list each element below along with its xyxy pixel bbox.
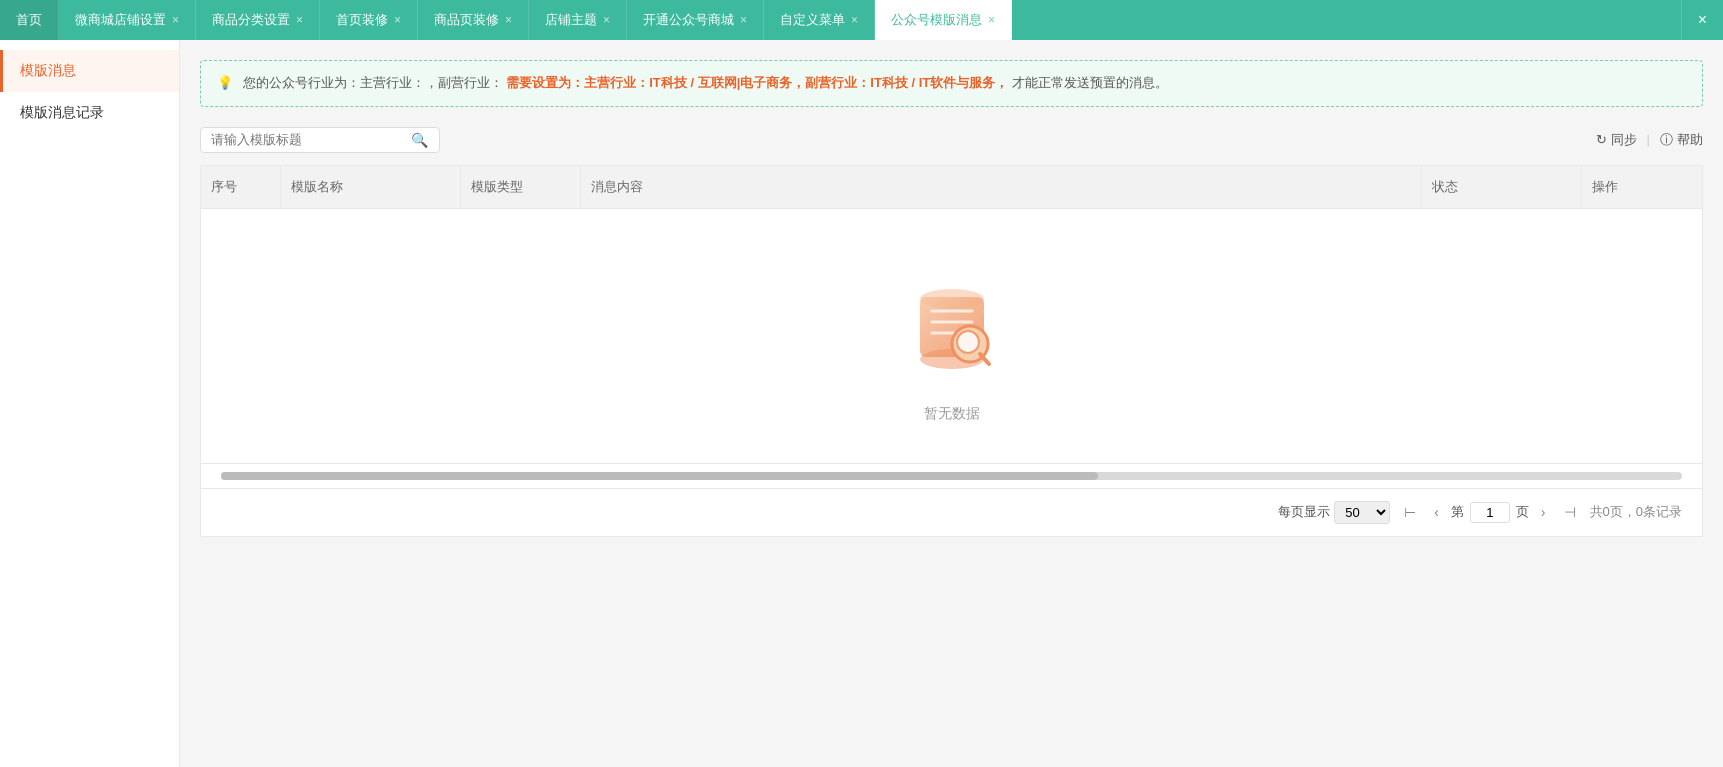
empty-text: 暂无数据	[924, 405, 980, 423]
empty-icon	[892, 269, 1012, 389]
nav-close-open-mall[interactable]: ×	[740, 13, 747, 27]
search-bar: 🔍 ↻ 同步 | ⓘ 帮助	[200, 127, 1703, 153]
nav-label-product-decor: 商品页装修	[434, 11, 499, 29]
nav-close-home-decor[interactable]: ×	[394, 13, 401, 27]
nav-label-home: 首页	[16, 11, 42, 29]
col-header-name: 模版名称	[281, 166, 461, 208]
sync-button[interactable]: ↻ 同步	[1596, 131, 1637, 149]
sidebar-label-template-msg: 模版消息	[20, 62, 76, 78]
nav-close-store-settings[interactable]: ×	[172, 13, 179, 27]
col-header-status: 状态	[1422, 166, 1582, 208]
page-input[interactable]	[1470, 502, 1510, 523]
first-page-button[interactable]: ⊢	[1398, 502, 1422, 522]
toolbar-right: ↻ 同步 | ⓘ 帮助	[1596, 131, 1703, 149]
nav-item-home[interactable]: 首页	[0, 0, 59, 40]
last-page-button[interactable]: ⊣	[1558, 502, 1582, 522]
help-button[interactable]: ⓘ 帮助	[1660, 131, 1703, 149]
help-label: 帮助	[1677, 131, 1703, 149]
nav-close-custom-menu[interactable]: ×	[851, 13, 858, 27]
nav-item-open-mall[interactable]: 开通公众号商城 ×	[627, 0, 764, 40]
nav-item-theme[interactable]: 店铺主题 ×	[529, 0, 627, 40]
nav-item-category[interactable]: 商品分类设置 ×	[196, 0, 320, 40]
toolbar-divider: |	[1647, 132, 1650, 147]
sync-label: 同步	[1611, 131, 1637, 149]
col-header-index: 序号	[201, 166, 281, 208]
sidebar-item-template-msg[interactable]: 模版消息	[0, 50, 179, 92]
main-layout: 模版消息 模版消息记录 💡 您的公众号行业为：主营行业：，副营行业： 需要设置为…	[0, 40, 1723, 767]
pagination: 每页显示 10 20 50 100 ⊢ ‹ 第 页 › ⊣	[201, 488, 1702, 536]
sidebar-item-template-msg-record[interactable]: 模版消息记录	[0, 92, 179, 134]
scrollbar-track[interactable]	[221, 472, 1682, 480]
page-controls: ⊢ ‹ 第 页 › ⊣	[1398, 502, 1581, 523]
notice-highlight: 需要设置为：主营行业：IT科技 / 互联网|电子商务，副营行业：IT科技 / I…	[506, 75, 1008, 90]
refresh-icon: ↻	[1596, 132, 1607, 147]
page-suffix: 页	[1516, 503, 1529, 521]
nav-close-template-msg[interactable]: ×	[988, 13, 995, 27]
search-icon[interactable]: 🔍	[411, 132, 428, 148]
nav-close-product-decor[interactable]: ×	[505, 13, 512, 27]
nav-label-home-decor: 首页装修	[336, 11, 388, 29]
nav-item-home-decor[interactable]: 首页装修 ×	[320, 0, 418, 40]
total-info: 共0页，0条记录	[1590, 503, 1682, 521]
table-header: 序号 模版名称 模版类型 消息内容 状态 操作	[201, 166, 1702, 209]
per-page-label: 每页显示	[1278, 503, 1330, 521]
nav-label-template-msg: 公众号模版消息	[891, 11, 982, 29]
per-page-dropdown[interactable]: 10 20 50 100	[1334, 501, 1390, 524]
nav-item-product-decor[interactable]: 商品页装修 ×	[418, 0, 529, 40]
nav-item-store-settings[interactable]: 微商城店铺设置 ×	[59, 0, 196, 40]
nav-item-template-msg[interactable]: 公众号模版消息 ×	[875, 0, 1012, 40]
nav-item-custom-menu[interactable]: 自定义菜单 ×	[764, 0, 875, 40]
search-input-wrap: 🔍	[200, 127, 440, 153]
col-header-action: 操作	[1582, 166, 1702, 208]
sidebar: 模版消息 模版消息记录	[0, 40, 180, 767]
notice-text2: 才能正常发送预置的消息。	[1012, 75, 1168, 90]
nav-close-category[interactable]: ×	[296, 13, 303, 27]
close-all-tabs-button[interactable]: ×	[1681, 0, 1723, 40]
help-icon: ⓘ	[1660, 131, 1673, 149]
col-header-content: 消息内容	[581, 166, 1422, 208]
col-header-type: 模版类型	[461, 166, 581, 208]
data-table: 序号 模版名称 模版类型 消息内容 状态 操作	[200, 165, 1703, 537]
notice-box: 💡 您的公众号行业为：主营行业：，副营行业： 需要设置为：主营行业：IT科技 /…	[200, 60, 1703, 107]
scrollbar-thumb[interactable]	[221, 472, 1098, 480]
nav-label-store-settings: 微商城店铺设置	[75, 11, 166, 29]
page-label: 第	[1451, 503, 1464, 521]
nav-close-theme[interactable]: ×	[603, 13, 610, 27]
close-all-icon: ×	[1698, 11, 1707, 29]
nav-label-theme: 店铺主题	[545, 11, 597, 29]
prev-page-button[interactable]: ‹	[1428, 502, 1445, 522]
main-content: 💡 您的公众号行业为：主营行业：，副营行业： 需要设置为：主营行业：IT科技 /…	[180, 40, 1723, 767]
nav-label-open-mall: 开通公众号商城	[643, 11, 734, 29]
per-page-select: 每页显示 10 20 50 100	[1278, 501, 1390, 524]
horizontal-scrollbar[interactable]	[201, 463, 1702, 488]
svg-point-7	[957, 331, 979, 353]
nav-label-category: 商品分类设置	[212, 11, 290, 29]
nav-label-custom-menu: 自定义菜单	[780, 11, 845, 29]
next-page-button[interactable]: ›	[1535, 502, 1552, 522]
sidebar-label-template-msg-record: 模版消息记录	[20, 104, 104, 120]
empty-state: 暂无数据	[201, 209, 1702, 463]
notice-text1: 您的公众号行业为：主营行业：，副营行业：	[243, 75, 503, 90]
bulb-icon: 💡	[217, 75, 233, 90]
search-input[interactable]	[211, 132, 411, 147]
top-nav: 首页 微商城店铺设置 × 商品分类设置 × 首页装修 × 商品页装修 × 店铺主…	[0, 0, 1723, 40]
